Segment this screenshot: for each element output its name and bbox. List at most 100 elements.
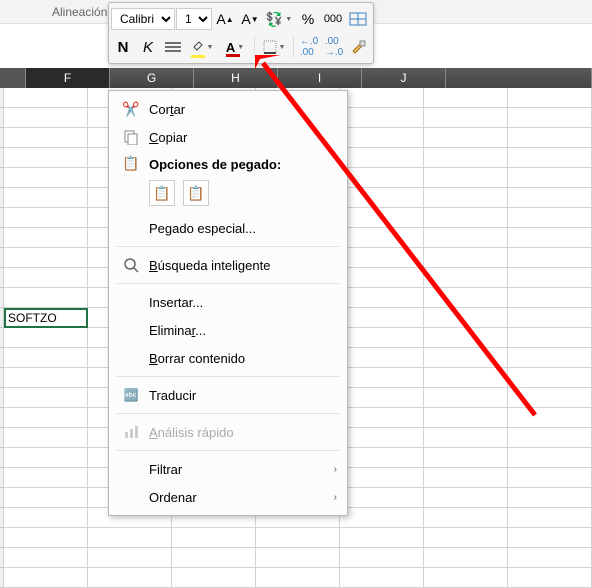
cell[interactable]: SOFTZO — [4, 308, 88, 328]
cell[interactable] — [4, 328, 88, 348]
cell[interactable] — [508, 168, 592, 188]
cell[interactable] — [340, 548, 424, 568]
cell[interactable] — [424, 228, 508, 248]
cell[interactable] — [340, 188, 424, 208]
cell[interactable] — [424, 308, 508, 328]
column-header[interactable]: F — [26, 68, 110, 88]
cell[interactable] — [508, 128, 592, 148]
cell[interactable] — [4, 288, 88, 308]
cell[interactable] — [424, 328, 508, 348]
cell[interactable] — [340, 488, 424, 508]
cell[interactable] — [508, 508, 592, 528]
cell[interactable] — [172, 548, 256, 568]
cell[interactable] — [508, 188, 592, 208]
cell[interactable] — [340, 168, 424, 188]
cell[interactable] — [424, 468, 508, 488]
cell[interactable] — [340, 508, 424, 528]
cell[interactable] — [256, 548, 340, 568]
cell[interactable] — [340, 368, 424, 388]
cell[interactable] — [508, 228, 592, 248]
menu-filter[interactable]: Filtrar› — [109, 455, 347, 483]
column-header[interactable]: G — [110, 68, 194, 88]
cell[interactable] — [340, 288, 424, 308]
cell[interactable] — [508, 288, 592, 308]
cell[interactable] — [340, 88, 424, 108]
cell[interactable] — [424, 288, 508, 308]
cell[interactable] — [424, 108, 508, 128]
menu-copy[interactable]: Copiar — [109, 123, 347, 151]
cell[interactable] — [424, 268, 508, 288]
cell[interactable] — [508, 468, 592, 488]
cell[interactable] — [424, 168, 508, 188]
cell[interactable] — [340, 388, 424, 408]
cell[interactable] — [424, 428, 508, 448]
menu-smart-lookup[interactable]: Búsqueda inteligente — [109, 251, 347, 279]
increase-decimal-icon[interactable]: ←.0.00 — [297, 35, 321, 59]
menu-paste-special[interactable]: Pegado especial... — [109, 214, 347, 242]
cell[interactable] — [424, 368, 508, 388]
cell[interactable] — [340, 408, 424, 428]
cell[interactable] — [4, 248, 88, 268]
cell[interactable] — [256, 568, 340, 588]
cell[interactable] — [508, 88, 592, 108]
cell[interactable] — [340, 468, 424, 488]
cell[interactable] — [4, 448, 88, 468]
cell[interactable] — [508, 528, 592, 548]
cell[interactable] — [424, 448, 508, 468]
cell[interactable] — [340, 528, 424, 548]
cell[interactable] — [4, 528, 88, 548]
decrease-font-icon[interactable]: A▼ — [238, 7, 262, 31]
cell[interactable] — [340, 428, 424, 448]
cell[interactable] — [4, 568, 88, 588]
cell[interactable] — [340, 568, 424, 588]
cell[interactable] — [508, 368, 592, 388]
cell[interactable] — [4, 348, 88, 368]
align-icon[interactable] — [161, 35, 185, 59]
cell[interactable] — [508, 248, 592, 268]
cell[interactable] — [508, 428, 592, 448]
paste-option-values[interactable]: 📋 — [183, 180, 209, 206]
cell[interactable] — [340, 148, 424, 168]
cell[interactable] — [340, 308, 424, 328]
cell[interactable] — [4, 548, 88, 568]
cell[interactable] — [508, 548, 592, 568]
font-family-select[interactable]: Calibri — [111, 8, 175, 30]
menu-clear-contents[interactable]: Borrar contenido — [109, 344, 347, 372]
cell[interactable] — [4, 108, 88, 128]
cell[interactable] — [340, 448, 424, 468]
cell[interactable] — [508, 568, 592, 588]
ribbon-tab-alignment[interactable]: Alineación — [44, 5, 115, 19]
bold-button[interactable]: N — [111, 35, 135, 59]
cell[interactable] — [340, 208, 424, 228]
cell[interactable] — [508, 328, 592, 348]
cell[interactable] — [172, 568, 256, 588]
cell[interactable] — [508, 388, 592, 408]
cell[interactable] — [4, 468, 88, 488]
cell[interactable] — [508, 348, 592, 368]
decrease-decimal-icon[interactable]: .00→.0 — [322, 35, 346, 59]
borders-button[interactable]: ▼ — [258, 35, 290, 59]
cell[interactable] — [4, 368, 88, 388]
cell[interactable] — [508, 448, 592, 468]
cell[interactable] — [4, 408, 88, 428]
cell[interactable] — [424, 528, 508, 548]
menu-delete[interactable]: Eliminar... — [109, 316, 347, 344]
cell[interactable] — [340, 328, 424, 348]
cell[interactable] — [256, 528, 340, 548]
italic-button[interactable]: K — [136, 35, 160, 59]
cell[interactable] — [340, 248, 424, 268]
cell[interactable] — [424, 548, 508, 568]
cell[interactable] — [340, 108, 424, 128]
comma-style-icon[interactable]: 000 — [321, 7, 345, 31]
cell[interactable] — [424, 408, 508, 428]
cell[interactable] — [508, 148, 592, 168]
cell[interactable] — [508, 208, 592, 228]
cell[interactable] — [508, 308, 592, 328]
column-header[interactable]: H — [194, 68, 278, 88]
cell[interactable] — [4, 88, 88, 108]
cell[interactable] — [88, 568, 172, 588]
increase-font-icon[interactable]: A▲ — [213, 7, 237, 31]
cell[interactable] — [4, 228, 88, 248]
format-painter-icon[interactable] — [347, 35, 371, 59]
cell[interactable] — [4, 148, 88, 168]
